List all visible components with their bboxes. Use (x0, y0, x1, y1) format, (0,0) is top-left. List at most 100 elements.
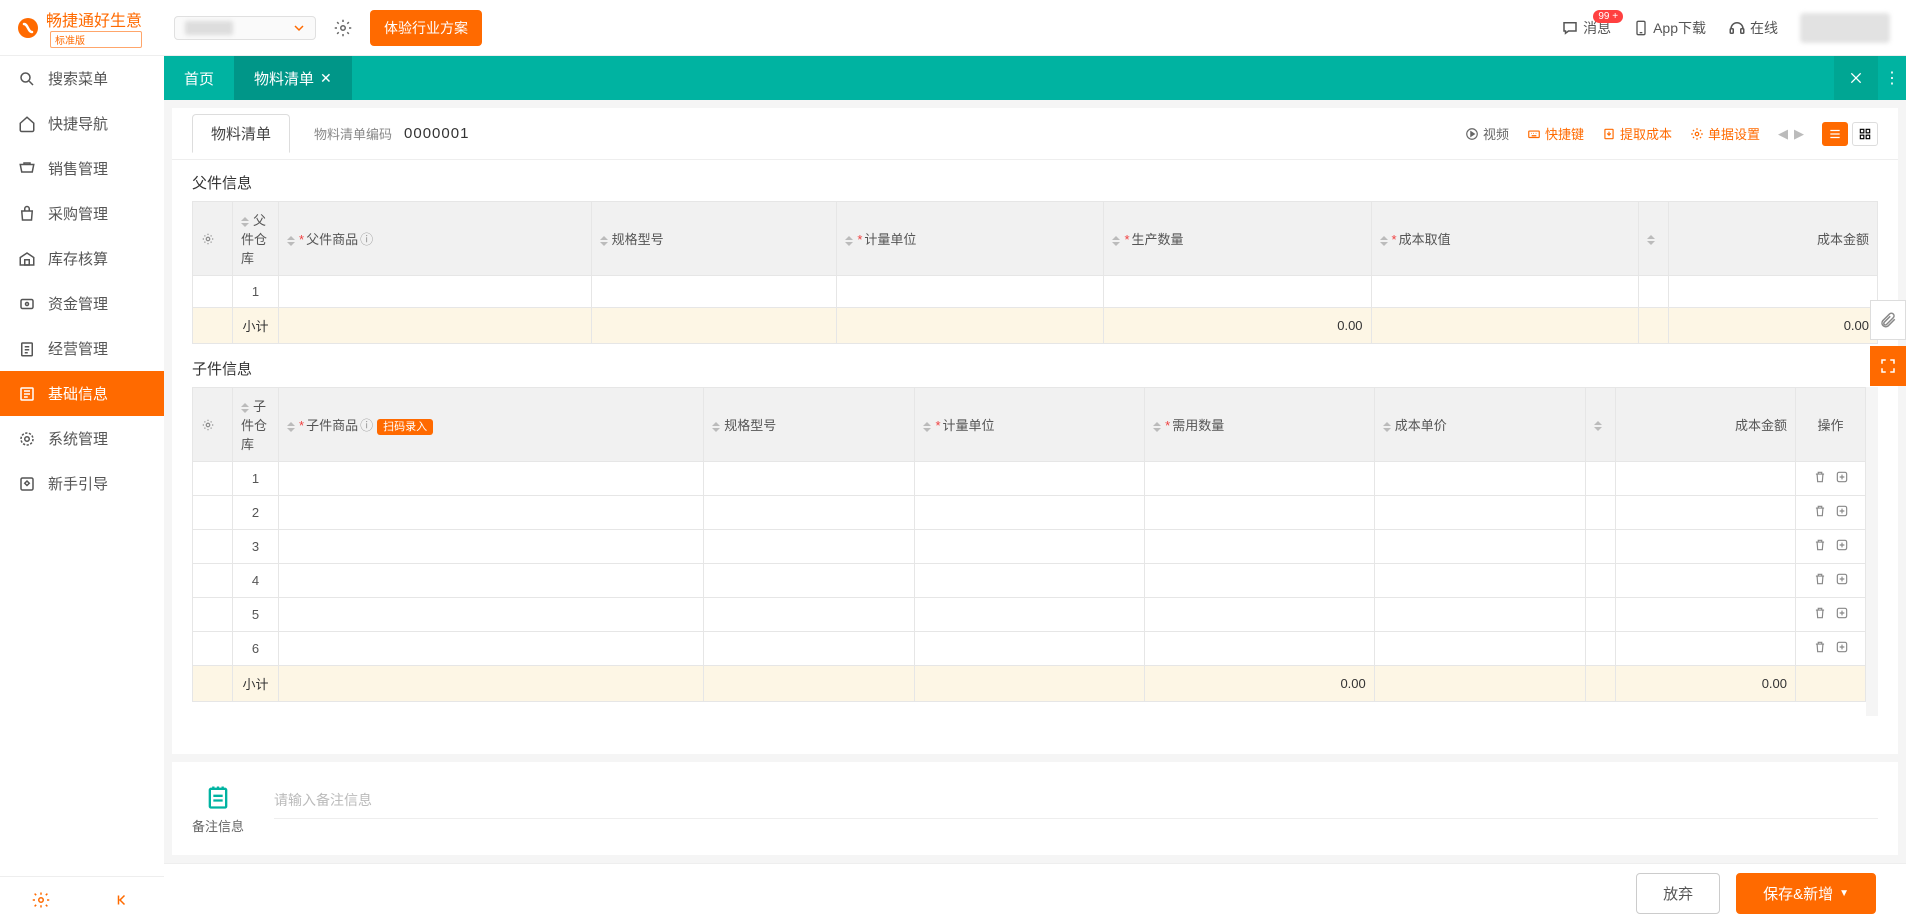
add-row-icon[interactable] (1835, 606, 1849, 620)
parent-col-unit[interactable]: *计量单位 (837, 202, 1104, 276)
close-all-tabs-button[interactable] (1834, 56, 1878, 100)
table-row[interactable]: 2 (193, 496, 1866, 530)
chat-icon (1561, 19, 1579, 37)
table-row[interactable]: 5 (193, 598, 1866, 632)
delete-row-icon[interactable] (1813, 606, 1827, 620)
close-tab-icon[interactable]: ✕ (320, 70, 332, 87)
info-icon[interactable]: ⓘ (360, 232, 373, 247)
cart-icon (18, 160, 36, 178)
add-row-icon[interactable] (1835, 640, 1849, 654)
extract-icon (1602, 127, 1616, 141)
delete-row-icon[interactable] (1813, 538, 1827, 552)
top-right-tools: 消息 99 + App下载 在线 (1561, 13, 1890, 43)
parent-col-costsource[interactable]: *成本取值 (1371, 202, 1638, 276)
child-col-price[interactable]: 成本单价 (1374, 388, 1585, 462)
add-row-icon[interactable] (1835, 572, 1849, 586)
info-icon[interactable]: ⓘ (360, 418, 373, 433)
delete-row-icon[interactable] (1813, 504, 1827, 518)
next-arrow-icon[interactable]: ▶ (1794, 126, 1804, 142)
org-selector[interactable] (174, 16, 316, 40)
sidebar-item-quicknav[interactable]: 快捷导航 (0, 101, 164, 146)
parent-col-goods[interactable]: *父件商品ⓘ (279, 202, 592, 276)
tab-home[interactable]: 首页 (164, 56, 234, 100)
fullscreen-icon[interactable] (1870, 346, 1906, 386)
chevron-down-icon: ▼ (1839, 888, 1849, 899)
action-doc-setting[interactable]: 单据设置 (1690, 124, 1760, 143)
action-shortcut[interactable]: 快捷键 (1527, 124, 1584, 143)
sidebar-item-purchase[interactable]: 采购管理 (0, 191, 164, 236)
sidebar-item-system[interactable]: 系统管理 (0, 416, 164, 461)
parent-col-spec[interactable]: 规格型号 (591, 202, 837, 276)
table-row[interactable]: 4 (193, 564, 1866, 598)
tabs-more-button[interactable]: ⋮ (1878, 56, 1906, 100)
table-row[interactable]: 1 (193, 462, 1866, 496)
action-video[interactable]: 视频 (1465, 124, 1509, 143)
delete-row-icon[interactable] (1813, 470, 1827, 484)
child-col-gear[interactable] (193, 388, 233, 462)
add-row-icon[interactable] (1835, 470, 1849, 484)
delete-row-icon[interactable] (1813, 640, 1827, 654)
table-row[interactable]: 6 (193, 632, 1866, 666)
table-row[interactable]: 1 (193, 276, 1878, 308)
msg-badge: 99 + (1593, 10, 1623, 23)
scan-entry-badge[interactable]: 扫码录入 (377, 419, 433, 435)
data-icon (18, 385, 36, 403)
view-list-button[interactable] (1822, 122, 1848, 146)
parent-table: 父件仓库 *父件商品ⓘ 规格型号 *计量单位 *生产数量 *成本取值 成本金额 … (192, 201, 1878, 344)
save-new-button[interactable]: 保存&新增 ▼ (1736, 873, 1876, 914)
collapse-sidebar-icon[interactable] (114, 891, 132, 909)
child-col-spec[interactable]: 规格型号 (704, 388, 915, 462)
view-card-button[interactable] (1852, 122, 1878, 146)
action-extract-cost[interactable]: 提取成本 (1602, 124, 1672, 143)
tab-bom[interactable]: 物料清单 ✕ (234, 56, 352, 100)
doc-tab-bom[interactable]: 物料清单 (192, 114, 290, 153)
remark-input[interactable] (274, 782, 1878, 819)
sidebar-item-business[interactable]: 经营管理 (0, 326, 164, 371)
user-avatar[interactable] (1800, 13, 1890, 43)
discard-button[interactable]: 放弃 (1636, 873, 1720, 914)
tabs-bar: 首页 物料清单 ✕ ⋮ (164, 56, 1906, 100)
parent-col-warehouse[interactable]: 父件仓库 (233, 202, 279, 276)
sidebar-item-funds[interactable]: 资金管理 (0, 281, 164, 326)
add-row-icon[interactable] (1835, 538, 1849, 552)
experience-button[interactable]: 体验行业方案 (370, 10, 482, 46)
top-bar: 畅捷通好生意 标准版 体验行业方案 消息 99 + App下载 在线 (0, 0, 1906, 56)
gear-icon (201, 232, 215, 246)
chevron-down-icon (293, 22, 305, 34)
notepad-icon (204, 782, 232, 812)
settings-icon[interactable] (334, 19, 352, 37)
child-col-goods[interactable]: *子件商品ⓘ扫码录入 (279, 388, 704, 462)
messages-button[interactable]: 消息 99 + (1561, 18, 1611, 38)
child-col-warehouse[interactable]: 子件仓库 (233, 388, 279, 462)
parent-col-gear[interactable] (193, 202, 233, 276)
remark-icon-wrap: 备注信息 (192, 782, 244, 835)
warehouse-icon (18, 250, 36, 268)
sidebar-item-inventory[interactable]: 库存核算 (0, 236, 164, 281)
money-icon (18, 295, 36, 313)
child-col-unit[interactable]: *计量单位 (915, 388, 1145, 462)
attachment-icon[interactable] (1870, 300, 1906, 340)
prev-arrow-icon[interactable]: ◀ (1778, 126, 1788, 142)
add-row-icon[interactable] (1835, 504, 1849, 518)
sidebar: 搜索菜单 快捷导航 销售管理 采购管理 库存核算 资金管理 经营管理 基础信息 (0, 56, 164, 923)
parent-col-blank[interactable] (1638, 202, 1668, 276)
sidebar-item-guide[interactable]: 新手引导 (0, 461, 164, 506)
app-download-button[interactable]: App下载 (1633, 18, 1706, 38)
settings-footer-icon[interactable] (32, 891, 50, 909)
child-col-blank[interactable] (1586, 388, 1616, 462)
sidebar-item-sales[interactable]: 销售管理 (0, 146, 164, 191)
delete-row-icon[interactable] (1813, 572, 1827, 586)
child-col-qty[interactable]: *需用数量 (1145, 388, 1375, 462)
parent-col-costamount[interactable]: 成本金额 (1668, 202, 1877, 276)
doc-actions: 视频 快捷键 提取成本 单据设置 ◀ ▶ (1465, 122, 1878, 146)
brand-name: 畅捷通好生意 (46, 7, 142, 31)
child-col-amount[interactable]: 成本金额 (1616, 388, 1796, 462)
parent-col-qty[interactable]: *生产数量 (1104, 202, 1371, 276)
sidebar-item-basics[interactable]: 基础信息 (0, 371, 164, 416)
doc-code-label: 物料清单编码 (314, 124, 392, 143)
online-support-button[interactable]: 在线 (1728, 18, 1778, 38)
sidebar-item-search[interactable]: 搜索菜单 (0, 56, 164, 101)
table-scrollbar[interactable] (1866, 387, 1878, 716)
parent-section-title: 父件信息 (192, 172, 1878, 193)
table-row[interactable]: 3 (193, 530, 1866, 564)
